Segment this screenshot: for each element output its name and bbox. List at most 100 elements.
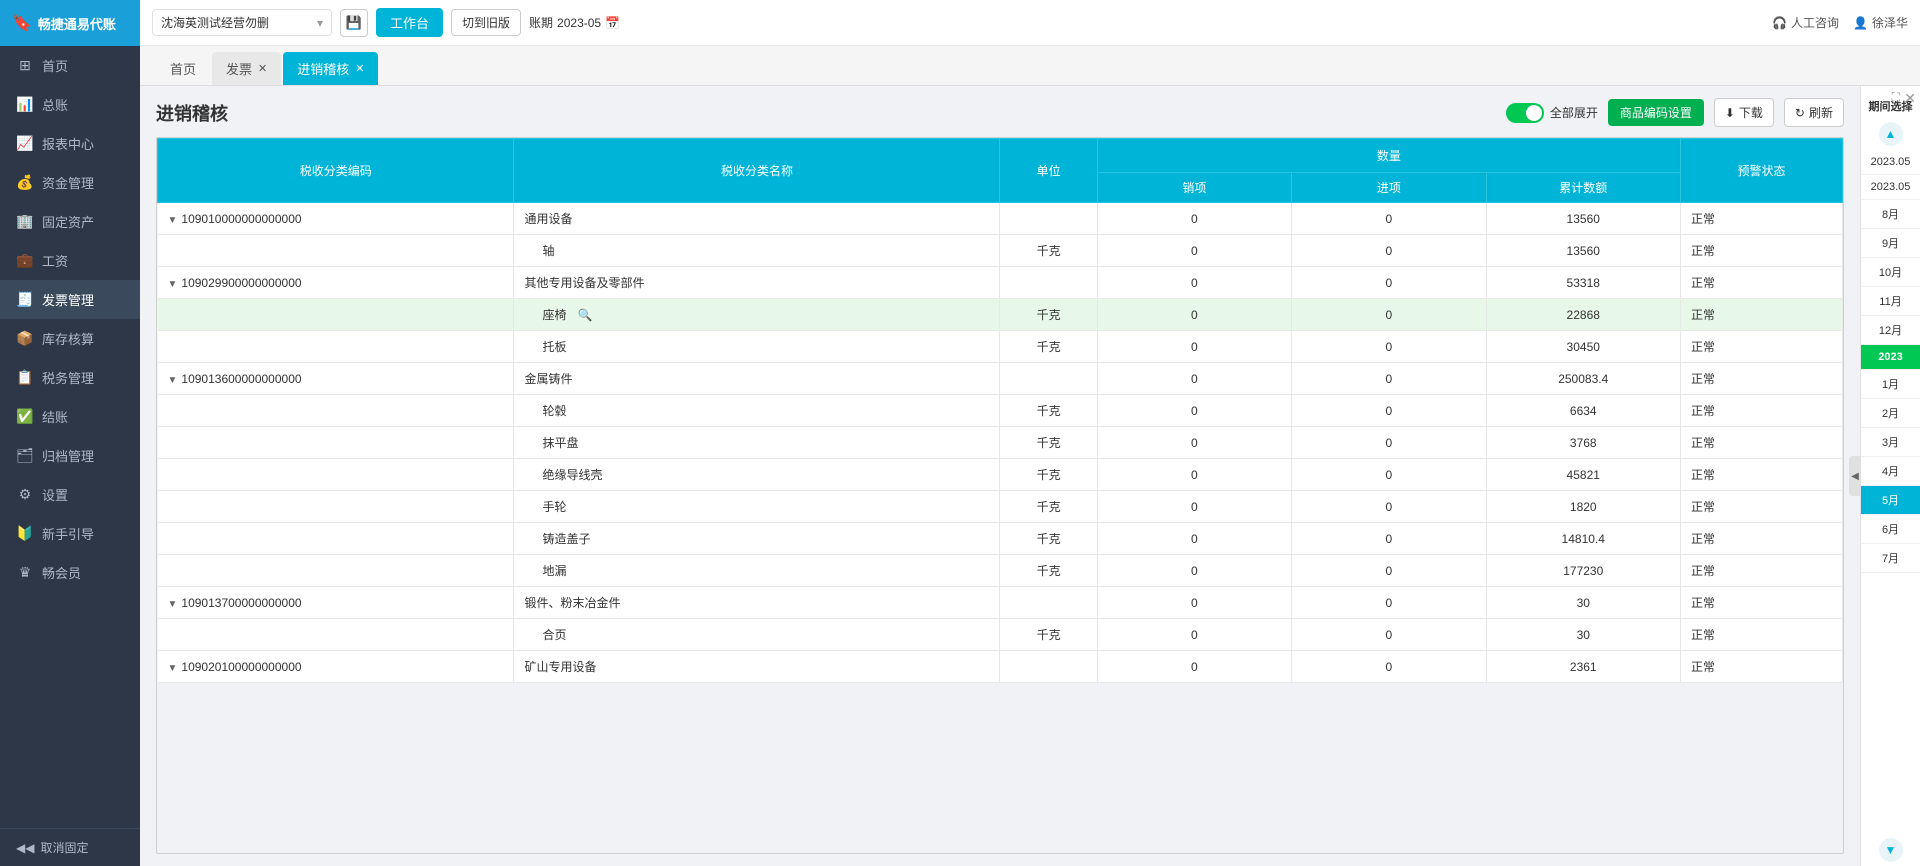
cell-warning: 正常 (1680, 203, 1842, 235)
tab-label-reconcile: 进销稽核 (297, 59, 349, 78)
calendar-icon[interactable]: 📅 (605, 16, 620, 30)
download-label: 下载 (1739, 104, 1763, 121)
period-item[interactable]: 4月 (1861, 457, 1920, 486)
period-list: 2023.052023.058月9月10月11月12月20231月2月3月4月5… (1861, 150, 1920, 834)
sidebar-bottom-btn[interactable]: ◀◀ 取消固定 (0, 828, 140, 866)
expand-all-label: 全部展开 (1550, 104, 1598, 121)
th-purchase: 进项 (1292, 173, 1486, 203)
close-panel-button[interactable]: ✕ (1904, 90, 1916, 107)
cell-code (158, 459, 514, 491)
cell-name: 轮毂 (514, 395, 1000, 427)
sidebar-item-reports[interactable]: 📈报表中心 (0, 124, 140, 163)
tab-invoice[interactable]: 发票✕ (212, 52, 281, 85)
sidebar-item-inventory[interactable]: 📦库存核算 (0, 319, 140, 358)
sidebar-item-assets[interactable]: 🏢固定资产 (0, 202, 140, 241)
period-item[interactable]: 2023 (1861, 345, 1920, 370)
tab-close-invoice[interactable]: ✕ (258, 62, 267, 75)
cell-code (158, 331, 514, 363)
tab-reconcile[interactable]: 进销稽核 ✕ (283, 52, 378, 85)
workbench-button[interactable]: 工作台 (376, 8, 443, 37)
period-up-button[interactable]: ▲ (1879, 122, 1903, 146)
period-item[interactable]: 11月 (1861, 287, 1920, 316)
sidebar-item-settle[interactable]: ✅结账 (0, 397, 140, 436)
period-nav-down: ▼ (1875, 834, 1907, 866)
period-value: 2023-05 (557, 16, 601, 30)
expand-icon[interactable]: ▼ (168, 375, 178, 386)
cell-name: 铸造盖子 (514, 523, 1000, 555)
cell-unit: 千克 (1000, 491, 1097, 523)
tab-close-reconcile[interactable]: ✕ (355, 62, 364, 75)
period-item[interactable]: 9月 (1861, 229, 1920, 258)
sidebar-item-archive[interactable]: 🗂归档管理 (0, 436, 140, 475)
period-item[interactable]: 2023.05 (1861, 175, 1920, 200)
sidebar-item-home[interactable]: ⊞首页 (0, 46, 140, 85)
save-button[interactable]: 💾 (340, 9, 368, 37)
cell-total: 177230 (1486, 555, 1680, 587)
table-row: 轮毂 千克 0 0 6634 正常 (158, 395, 1843, 427)
period-item[interactable]: 8月 (1861, 200, 1920, 229)
cell-total: 3768 (1486, 427, 1680, 459)
panel-collapse-button[interactable]: ◀ (1849, 456, 1861, 496)
nav-label-home: 首页 (42, 56, 68, 75)
sidebar-item-invoices[interactable]: 🧾发票管理 (0, 280, 140, 319)
user-info[interactable]: 👤 徐泽华 (1853, 14, 1908, 31)
sidebar-item-guide[interactable]: 🔰新手引导 (0, 514, 140, 553)
period-down-button[interactable]: ▼ (1879, 838, 1903, 862)
period-item[interactable]: 2月 (1861, 399, 1920, 428)
cell-purchase: 0 (1292, 203, 1486, 235)
cell-unit (1000, 203, 1097, 235)
sidebar-item-funds[interactable]: 💰资金管理 (0, 163, 140, 202)
period-item[interactable]: 7月 (1861, 544, 1920, 573)
cell-code: ▼109013700000000000 (158, 587, 514, 619)
expand-icon[interactable]: ▼ (168, 215, 178, 226)
period-display: 账期 2023-05 📅 (529, 14, 620, 31)
company-selector[interactable]: 沈海英测试经营勿删 ▾ (152, 9, 332, 36)
expand-panel-button[interactable]: ⛶ (1892, 90, 1900, 105)
cell-code (158, 299, 514, 331)
period-item[interactable]: 5月 (1861, 486, 1920, 515)
period-item[interactable]: 3月 (1861, 428, 1920, 457)
cell-total: 14810.4 (1486, 523, 1680, 555)
expand-all-toggle[interactable]: 全部展开 (1506, 103, 1598, 123)
cell-code (158, 619, 514, 651)
cell-sales: 0 (1097, 651, 1291, 683)
period-item[interactable]: 12月 (1861, 316, 1920, 345)
period-item[interactable]: 1月 (1861, 370, 1920, 399)
sidebar-item-member[interactable]: ♛畅会员 (0, 553, 140, 592)
switch-version-button[interactable]: 切到旧版 (451, 9, 521, 36)
refresh-button[interactable]: ↻ 刷新 (1784, 98, 1844, 127)
cell-code: ▼109013600000000000 (158, 363, 514, 395)
product-code-button[interactable]: 商品编码设置 (1608, 99, 1704, 126)
nav-icon-assets: 🏢 (16, 213, 34, 230)
sidebar-item-salary[interactable]: 💼工资 (0, 241, 140, 280)
cell-code (158, 235, 514, 267)
nav-icon-invoices: 🧾 (16, 291, 34, 308)
th-sales: 销项 (1097, 173, 1291, 203)
sidebar-item-ledger[interactable]: 📊总账 (0, 85, 140, 124)
tab-label-home: 首页 (170, 59, 196, 78)
cell-name: 托板 (514, 331, 1000, 363)
cell-warning: 正常 (1680, 395, 1842, 427)
table-row: 合页 千克 0 0 30 正常 (158, 619, 1843, 651)
period-item[interactable]: 6月 (1861, 515, 1920, 544)
cell-name: 其他专用设备及零部件 (514, 267, 1000, 299)
cell-unit: 千克 (1000, 619, 1097, 651)
service-btn[interactable]: 🎧 人工咨询 (1772, 14, 1839, 31)
nav-icon-reports: 📈 (16, 135, 34, 152)
search-icon[interactable]: 🔍 (578, 308, 593, 322)
download-button[interactable]: ⬇ 下载 (1714, 98, 1774, 127)
expand-icon[interactable]: ▼ (168, 663, 178, 674)
th-tax-code: 税收分类编码 (158, 139, 514, 203)
refresh-icon: ↻ (1795, 106, 1805, 120)
cell-warning: 正常 (1680, 587, 1842, 619)
expand-icon[interactable]: ▼ (168, 599, 178, 610)
period-item[interactable]: 2023.05 (1861, 150, 1920, 175)
th-quantity-group: 数量 (1097, 139, 1680, 173)
sidebar-item-tax[interactable]: 📋税务管理 (0, 358, 140, 397)
period-item[interactable]: 10月 (1861, 258, 1920, 287)
cell-purchase: 0 (1292, 459, 1486, 491)
expand-icon[interactable]: ▼ (168, 279, 178, 290)
toggle-switch[interactable] (1506, 103, 1544, 123)
tab-home[interactable]: 首页 (156, 52, 210, 85)
sidebar-item-settings[interactable]: ⚙设置 (0, 475, 140, 514)
